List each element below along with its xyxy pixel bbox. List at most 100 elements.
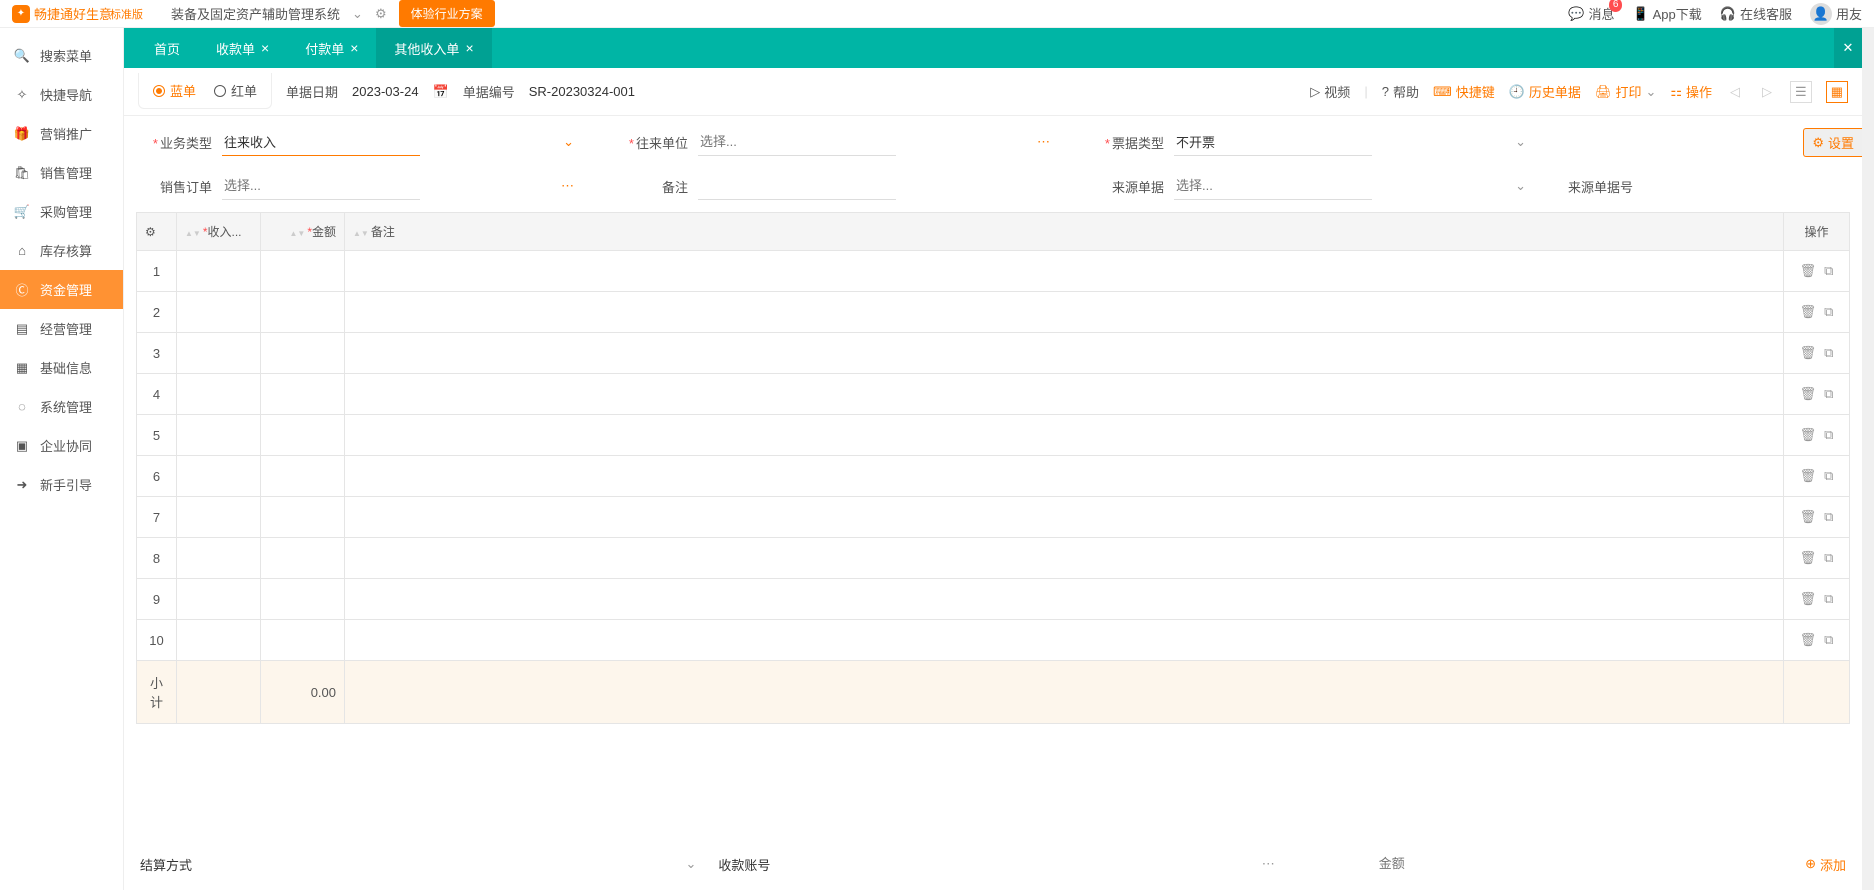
invoice-field: *票据类型 ⌄ — [1092, 128, 1528, 156]
delete-icon[interactable]: 🗑 — [1800, 550, 1817, 566]
messages-button[interactable]: 💬 消息 6 — [1568, 4, 1614, 23]
calendar-icon[interactable]: 📅 — [433, 84, 449, 100]
sidebar-item-0[interactable]: 🔍搜索菜单 — [0, 36, 123, 75]
operate-button[interactable]: ⚏操作 — [1670, 82, 1712, 101]
biz-type-input[interactable] — [222, 128, 420, 156]
avatar-icon: 👤 — [1810, 3, 1832, 25]
table-row[interactable]: 4🗑⧉ — [137, 374, 1850, 415]
sale-order-input[interactable] — [222, 172, 420, 200]
account-label: 收款账号 — [718, 855, 770, 874]
table-row[interactable]: 3🗑⧉ — [137, 333, 1850, 374]
sidebar-label: 营销推广 — [40, 124, 92, 143]
copy-icon[interactable]: ⧉ — [1824, 345, 1833, 361]
sidebar-item-8[interactable]: ▦基础信息 — [0, 348, 123, 387]
amount-column-header[interactable]: ▲▼*金额 — [261, 213, 345, 251]
history-button[interactable]: 🕘历史单据 — [1509, 82, 1581, 101]
prev-arrow-icon[interactable]: ◁ — [1726, 84, 1744, 100]
help-button[interactable]: ?帮助 — [1382, 82, 1419, 101]
video-button[interactable]: ▷视频 — [1310, 82, 1350, 101]
table-row[interactable]: 8🗑⧉ — [137, 538, 1850, 579]
sidebar-item-1[interactable]: ✧快捷导航 — [0, 75, 123, 114]
grid-view-icon[interactable]: ▦ — [1826, 81, 1848, 103]
delete-icon[interactable]: 🗑 — [1800, 386, 1817, 402]
copy-icon[interactable]: ⧉ — [1824, 304, 1833, 320]
next-arrow-icon[interactable]: ▷ — [1758, 84, 1776, 100]
close-icon[interactable]: × — [261, 40, 269, 56]
delete-icon[interactable]: 🗑 — [1800, 345, 1817, 361]
copy-icon[interactable]: ⧉ — [1824, 427, 1833, 443]
delete-icon[interactable]: 🗑 — [1800, 427, 1817, 443]
scrollbar[interactable] — [1862, 28, 1874, 890]
table-row[interactable]: 6🗑⧉ — [137, 456, 1850, 497]
copy-icon[interactable]: ⧉ — [1824, 591, 1833, 607]
doc-date-value[interactable]: 2023-03-24 — [352, 84, 419, 99]
try-industry-button[interactable]: 体验行业方案 — [399, 0, 495, 27]
delete-icon[interactable]: 🗑 — [1800, 509, 1817, 525]
more-icon[interactable]: ⋯ — [561, 178, 574, 194]
amount-input[interactable] — [1287, 852, 1407, 876]
sidebar-item-11[interactable]: ➜新手引导 — [0, 465, 123, 504]
sidebar-item-3[interactable]: 🛍销售管理 — [0, 153, 123, 192]
close-all-tabs-button[interactable]: ✕ — [1834, 28, 1862, 68]
delete-icon[interactable]: 🗑 — [1800, 263, 1817, 279]
print-button[interactable]: 🖨打印⌄ — [1595, 82, 1656, 101]
close-icon[interactable]: × — [465, 40, 473, 56]
account-input[interactable] — [780, 852, 900, 876]
table-row[interactable]: 7🗑⧉ — [137, 497, 1850, 538]
table-row[interactable]: 9🗑⧉ — [137, 579, 1850, 620]
tab-1[interactable]: 收款单× — [198, 28, 287, 68]
red-doc-radio[interactable]: 红单 — [214, 81, 257, 100]
tab-0[interactable]: 首页 — [136, 28, 198, 68]
tab-3[interactable]: 其他收入单× — [376, 28, 491, 68]
tab-2[interactable]: 付款单 × — [287, 28, 376, 68]
remark-column-header[interactable]: ▲▼备注 — [345, 213, 1784, 251]
chevron-down-icon[interactable]: ⌄ — [1515, 134, 1526, 150]
system-selector[interactable]: 装备及固定资产辅助管理系统 ⌄ ⚙ — [171, 4, 387, 23]
table-row[interactable]: 1🗑⧉ — [137, 251, 1850, 292]
delete-icon[interactable]: 🗑 — [1800, 468, 1817, 484]
more-icon[interactable]: ⋯ — [1037, 134, 1050, 150]
income-column-header[interactable]: ▲▼*收入... — [177, 213, 261, 251]
gear-icon[interactable]: ⚙ — [375, 6, 387, 22]
chevron-down-icon[interactable]: ⌄ — [685, 856, 696, 872]
blue-doc-radio[interactable]: 蓝单 — [153, 81, 196, 100]
service-button[interactable]: 🎧 在线客服 — [1720, 4, 1792, 23]
tab-label: 付款单 — [305, 39, 344, 58]
copy-icon[interactable]: ⧉ — [1824, 263, 1833, 279]
table-row[interactable]: 2🗑⧉ — [137, 292, 1850, 333]
copy-icon[interactable]: ⧉ — [1824, 386, 1833, 402]
settle-input[interactable] — [202, 852, 322, 876]
invoice-input[interactable] — [1174, 128, 1372, 156]
table-row[interactable]: 5🗑⧉ — [137, 415, 1850, 456]
table-row[interactable]: 10🗑⧉ — [137, 620, 1850, 661]
sidebar-item-7[interactable]: ▤经营管理 — [0, 309, 123, 348]
sidebar-item-6[interactable]: Ⓒ资金管理 — [0, 270, 123, 309]
delete-icon[interactable]: 🗑 — [1800, 632, 1817, 648]
copy-icon[interactable]: ⧉ — [1824, 550, 1833, 566]
gear-column-header[interactable]: ⚙ — [137, 213, 177, 251]
chevron-down-icon[interactable]: ⌄ — [563, 134, 574, 150]
sidebar-item-2[interactable]: 🎁营销推广 — [0, 114, 123, 153]
chevron-down-icon[interactable]: ⌄ — [1515, 178, 1526, 194]
remark-input[interactable] — [698, 172, 896, 200]
app-download-button[interactable]: 📱 App下载 — [1632, 4, 1701, 23]
source-doc-input[interactable] — [1174, 172, 1372, 200]
close-icon[interactable]: × — [350, 40, 358, 56]
copy-icon[interactable]: ⧉ — [1824, 468, 1833, 484]
user-menu[interactable]: 👤 用友 — [1810, 3, 1862, 25]
delete-icon[interactable]: 🗑 — [1800, 591, 1817, 607]
list-view-icon[interactable]: ☰ — [1790, 81, 1812, 103]
history-icon: 🕘 — [1509, 84, 1525, 100]
sidebar-item-5[interactable]: ⌂库存核算 — [0, 231, 123, 270]
sidebar-item-4[interactable]: 🛒采购管理 — [0, 192, 123, 231]
party-input[interactable] — [698, 128, 896, 156]
shortcut-button[interactable]: ⌨快捷键 — [1433, 82, 1495, 101]
delete-icon[interactable]: 🗑 — [1800, 304, 1817, 320]
more-icon[interactable]: ⋯ — [1262, 856, 1275, 872]
sidebar-item-9[interactable]: ◌系统管理 — [0, 387, 123, 426]
sidebar-item-10[interactable]: ▣企业协同 — [0, 426, 123, 465]
settings-button[interactable]: ⚙设置 — [1803, 128, 1862, 157]
add-button[interactable]: ⊕ 添加 — [1805, 855, 1846, 874]
copy-icon[interactable]: ⧉ — [1824, 632, 1833, 648]
copy-icon[interactable]: ⧉ — [1824, 509, 1833, 525]
